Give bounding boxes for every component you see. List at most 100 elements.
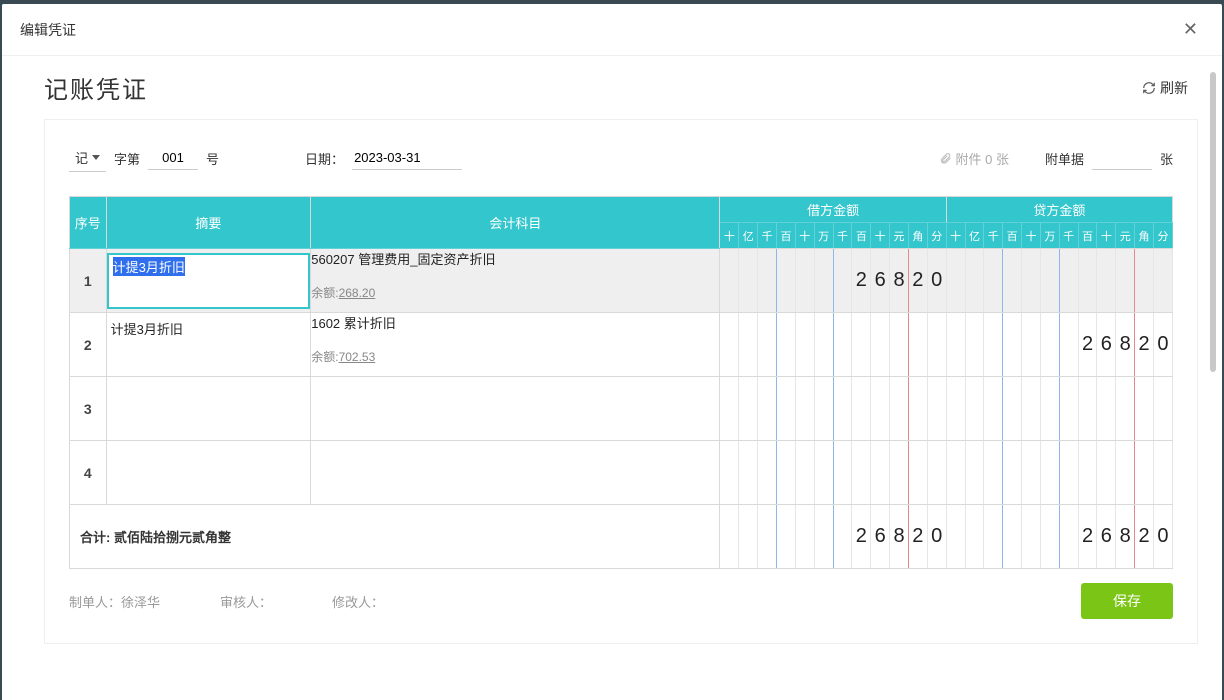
summary-cell[interactable] <box>106 249 311 313</box>
amount-digit-cell[interactable] <box>1003 505 1022 569</box>
amount-digit-cell[interactable] <box>739 377 758 441</box>
amount-digit-cell[interactable] <box>890 441 909 505</box>
amount-digit-cell[interactable] <box>984 505 1003 569</box>
amount-digit-cell[interactable] <box>908 377 927 441</box>
attachment-link[interactable]: 附件 0 张 <box>939 149 1009 168</box>
amount-digit-cell[interactable] <box>965 505 984 569</box>
amount-digit-cell[interactable] <box>1003 313 1022 377</box>
amount-digit-cell[interactable] <box>758 505 777 569</box>
amount-digit-cell[interactable] <box>1003 377 1022 441</box>
amount-digit-cell[interactable] <box>946 505 965 569</box>
amount-digit-cell[interactable] <box>1116 441 1135 505</box>
amount-digit-cell[interactable] <box>1097 441 1116 505</box>
amount-digit-cell[interactable] <box>795 441 814 505</box>
amount-digit-cell[interactable] <box>720 377 739 441</box>
amount-digit-cell[interactable] <box>720 441 739 505</box>
amount-digit-cell[interactable] <box>777 377 796 441</box>
amount-digit-cell[interactable] <box>1022 441 1041 505</box>
amount-digit-cell[interactable] <box>833 249 852 313</box>
amount-digit-cell[interactable] <box>777 249 796 313</box>
amount-digit-cell[interactable] <box>946 377 965 441</box>
amount-digit-cell[interactable]: 2 <box>1135 313 1154 377</box>
amount-digit-cell[interactable]: 6 <box>871 249 890 313</box>
amount-digit-cell[interactable] <box>777 313 796 377</box>
amount-digit-cell[interactable] <box>984 377 1003 441</box>
amount-digit-cell[interactable] <box>814 441 833 505</box>
amount-digit-cell[interactable]: 6 <box>1097 313 1116 377</box>
summary-cell[interactable] <box>106 377 311 441</box>
amount-digit-cell[interactable] <box>720 313 739 377</box>
amount-digit-cell[interactable] <box>1135 441 1154 505</box>
amount-digit-cell[interactable] <box>758 441 777 505</box>
amount-digit-cell[interactable] <box>758 313 777 377</box>
amount-digit-cell[interactable] <box>852 377 871 441</box>
amount-digit-cell[interactable] <box>1153 249 1172 313</box>
amount-digit-cell[interactable] <box>758 377 777 441</box>
amount-digit-cell[interactable] <box>814 249 833 313</box>
summary-cell[interactable]: 计提3月折旧 <box>106 313 311 377</box>
amount-digit-cell[interactable] <box>814 377 833 441</box>
amount-digit-cell[interactable] <box>1078 249 1097 313</box>
amount-digit-cell[interactable] <box>833 505 852 569</box>
amount-digit-cell[interactable]: 8 <box>1116 505 1135 569</box>
amount-digit-cell[interactable]: 0 <box>1153 505 1172 569</box>
content-scroll-area[interactable]: 记账凭证 刷新 记 字第 号 日期： <box>2 56 1222 700</box>
summary-cell[interactable] <box>106 441 311 505</box>
amount-digit-cell[interactable] <box>739 505 758 569</box>
amount-digit-cell[interactable] <box>1022 249 1041 313</box>
amount-digit-cell[interactable]: 8 <box>890 505 909 569</box>
amount-digit-cell[interactable]: 2 <box>852 249 871 313</box>
amount-digit-cell[interactable]: 2 <box>1135 505 1154 569</box>
amount-digit-cell[interactable] <box>927 313 946 377</box>
amount-digit-cell[interactable] <box>1097 249 1116 313</box>
amount-digit-cell[interactable] <box>1059 313 1078 377</box>
amount-digit-cell[interactable] <box>1078 441 1097 505</box>
amount-digit-cell[interactable] <box>1003 441 1022 505</box>
voucher-seq-input[interactable] <box>148 146 198 170</box>
amount-digit-cell[interactable] <box>720 249 739 313</box>
amount-digit-cell[interactable]: 6 <box>1097 505 1116 569</box>
amount-digit-cell[interactable] <box>871 313 890 377</box>
amount-digit-cell[interactable]: 2 <box>908 505 927 569</box>
amount-digit-cell[interactable] <box>1135 249 1154 313</box>
amount-digit-cell[interactable]: 2 <box>1078 505 1097 569</box>
amount-digit-cell[interactable] <box>946 313 965 377</box>
scrollbar-vertical[interactable] <box>1210 72 1216 392</box>
account-cell[interactable] <box>311 441 720 505</box>
account-cell[interactable]: 560207 管理费用_固定资产折旧余额:268.20 <box>311 249 720 313</box>
amount-digit-cell[interactable] <box>890 377 909 441</box>
amount-digit-cell[interactable] <box>965 377 984 441</box>
amount-digit-cell[interactable] <box>1022 313 1041 377</box>
amount-digit-cell[interactable] <box>1116 249 1135 313</box>
amount-digit-cell[interactable] <box>1040 313 1059 377</box>
amount-digit-cell[interactable] <box>758 249 777 313</box>
amount-digit-cell[interactable] <box>871 377 890 441</box>
amount-digit-cell[interactable] <box>720 505 739 569</box>
amount-digit-cell[interactable] <box>871 441 890 505</box>
amount-digit-cell[interactable] <box>1059 441 1078 505</box>
amount-digit-cell[interactable] <box>1059 249 1078 313</box>
scrollbar-thumb[interactable] <box>1210 72 1216 372</box>
amount-digit-cell[interactable] <box>833 313 852 377</box>
amount-digit-cell[interactable] <box>795 313 814 377</box>
amount-digit-cell[interactable] <box>984 249 1003 313</box>
account-cell[interactable] <box>311 377 720 441</box>
amount-digit-cell[interactable] <box>984 441 1003 505</box>
amount-digit-cell[interactable] <box>965 313 984 377</box>
amount-digit-cell[interactable] <box>1059 505 1078 569</box>
voucher-date-input[interactable] <box>352 146 462 170</box>
amount-digit-cell[interactable]: 2 <box>908 249 927 313</box>
amount-digit-cell[interactable]: 6 <box>871 505 890 569</box>
amount-digit-cell[interactable]: 0 <box>927 505 946 569</box>
amount-digit-cell[interactable] <box>908 313 927 377</box>
amount-digit-cell[interactable] <box>795 249 814 313</box>
amount-digit-cell[interactable] <box>814 313 833 377</box>
summary-input[interactable] <box>107 253 311 309</box>
amount-digit-cell[interactable] <box>795 377 814 441</box>
amount-digit-cell[interactable] <box>1097 377 1116 441</box>
amount-digit-cell[interactable] <box>1135 377 1154 441</box>
amount-digit-cell[interactable] <box>852 313 871 377</box>
amount-digit-cell[interactable] <box>1040 505 1059 569</box>
save-button[interactable]: 保存 <box>1081 583 1173 619</box>
amount-digit-cell[interactable] <box>814 505 833 569</box>
